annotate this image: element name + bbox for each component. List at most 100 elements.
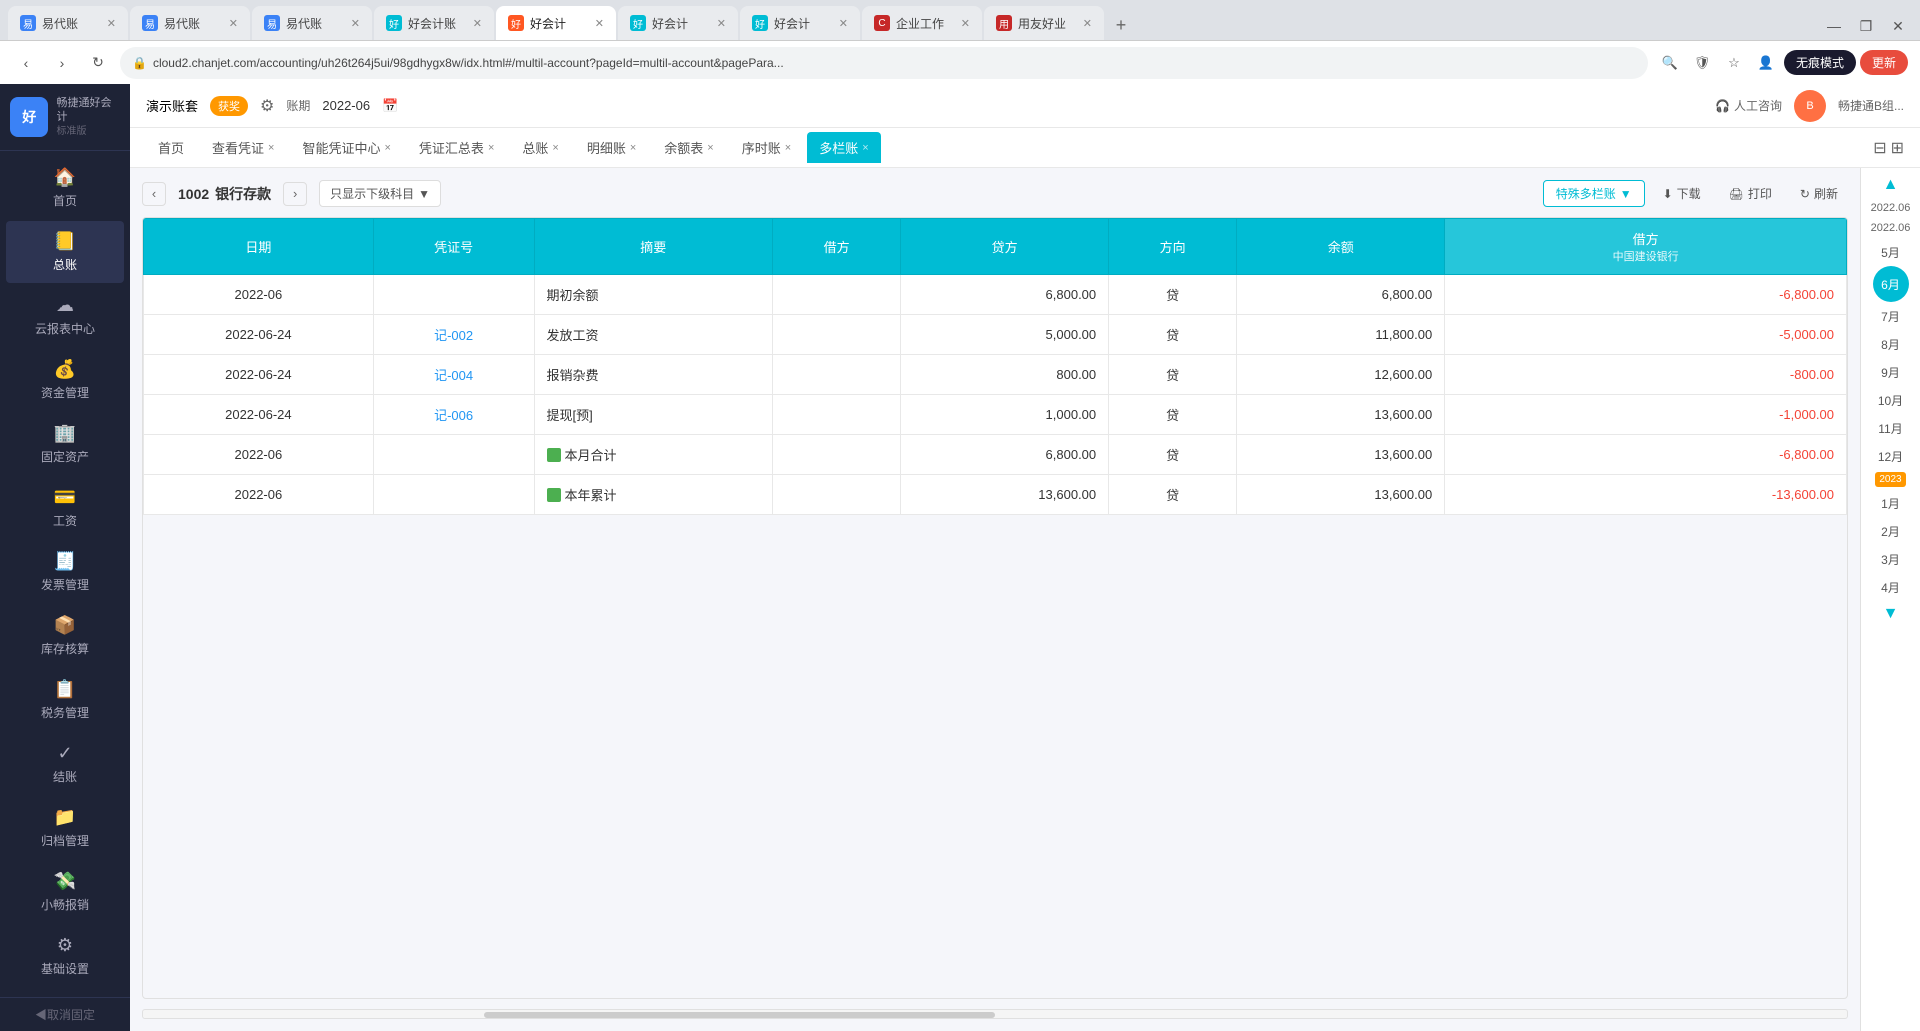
back-button[interactable]: ‹	[12, 49, 40, 77]
no-trace-button[interactable]: 无痕模式	[1784, 50, 1856, 75]
sidebar-item-salary[interactable]: 💳 工资	[6, 477, 124, 539]
sidebar-item-ledger[interactable]: 📒 总账	[6, 221, 124, 283]
tab-sequence-ledger-close[interactable]: ×	[785, 142, 791, 154]
sidebar-item-archive[interactable]: 📁 归档管理	[6, 797, 124, 859]
browser-tab-6[interactable]: 好 好会计 ✕	[618, 6, 738, 40]
sidebar-item-fixed-assets[interactable]: 🏢 固定资产	[6, 413, 124, 475]
month-october[interactable]: 10月	[1869, 386, 1913, 414]
consult-button[interactable]: 🎧 人工咨询	[1715, 97, 1782, 114]
tab-general-ledger-close[interactable]: ×	[552, 142, 558, 154]
tab-close-8[interactable]: ✕	[961, 17, 970, 30]
special-multi-ledger-button[interactable]: 特殊多栏账 ▼	[1543, 180, 1645, 207]
tab-close-5[interactable]: ✕	[595, 17, 604, 30]
calendar-icon[interactable]: 📅	[382, 98, 398, 114]
browser-tab-9[interactable]: 用 用友好业 ✕	[984, 6, 1104, 40]
browser-tab-7[interactable]: 好 好会计 ✕	[740, 6, 860, 40]
tab-close-1[interactable]: ✕	[107, 17, 116, 30]
month-jan-2023[interactable]: 1月	[1869, 489, 1913, 517]
search-icon[interactable]: 🔍	[1656, 49, 1684, 77]
tab-restore-button[interactable]: ❐	[1852, 12, 1880, 40]
scroll-up-button[interactable]: ▲	[1879, 172, 1903, 198]
tab-view-voucher[interactable]: 查看凭证 ×	[200, 132, 286, 163]
forward-button[interactable]: ›	[48, 49, 76, 77]
browser-tab-8[interactable]: C 企业工作 ✕	[862, 6, 982, 40]
expand-icon[interactable]: ⊞	[1891, 138, 1904, 158]
sidebar-item-expense[interactable]: 💸 小畅报销	[6, 861, 124, 923]
sidebar-item-settings[interactable]: ⚙ 基础设置	[6, 925, 124, 987]
tab-close-button[interactable]: ✕	[1884, 12, 1912, 40]
filter-button[interactable]: 只显示下级科目 ▼	[319, 180, 441, 207]
month-apr-2023[interactable]: 4月	[1869, 573, 1913, 601]
tab-multi-ledger-close[interactable]: ×	[862, 142, 868, 154]
tab-balance-table-close[interactable]: ×	[707, 142, 713, 154]
sidebar-item-fund[interactable]: 💰 资金管理	[6, 349, 124, 411]
sidebar-item-home[interactable]: 🏠 首页	[6, 157, 124, 219]
tab-smart-voucher-close[interactable]: ×	[384, 142, 390, 154]
cell-voucher[interactable]: 记-004	[373, 355, 534, 395]
month-december[interactable]: 12月	[1869, 442, 1913, 470]
scroll-down-button[interactable]: ▼	[1879, 601, 1903, 627]
voucher-link[interactable]: 记-006	[434, 408, 473, 423]
tab-view-voucher-close[interactable]: ×	[268, 142, 274, 154]
refresh-button[interactable]: ↻	[84, 49, 112, 77]
month-june[interactable]: 6月	[1873, 266, 1909, 302]
tab-close-9[interactable]: ✕	[1083, 17, 1092, 30]
month-september[interactable]: 9月	[1869, 358, 1913, 386]
sidebar-pin-button[interactable]: ◀取消固定	[0, 997, 130, 1031]
month-august[interactable]: 8月	[1869, 330, 1913, 358]
refresh-button-ledger[interactable]: ↻ 刷新	[1790, 181, 1848, 206]
sidebar-item-close[interactable]: ✓ 结账	[6, 733, 124, 795]
print-button[interactable]: 🖨 打印	[1719, 181, 1782, 206]
sidebar-item-inventory[interactable]: 📦 库存核算	[6, 605, 124, 667]
tab-voucher-summary-close[interactable]: ×	[488, 142, 494, 154]
account-badge[interactable]: 获奖	[210, 96, 248, 116]
shield-icon[interactable]: 🛡	[1688, 49, 1716, 77]
month-may[interactable]: 5月	[1869, 238, 1913, 266]
voucher-link[interactable]: 记-004	[434, 368, 473, 383]
ledger-table-wrapper[interactable]: 日期 凭证号 摘要 借方 贷方 方向 余额 借方 中国建设银行	[142, 217, 1848, 999]
tab-minimize-button[interactable]: —	[1820, 12, 1848, 40]
account-prev-button[interactable]: ‹	[142, 182, 166, 206]
download-button[interactable]: ⬇ 下载	[1653, 181, 1711, 206]
horizontal-scrollbar[interactable]	[142, 1009, 1848, 1019]
sidebar-item-tax[interactable]: 📋 税务管理	[6, 669, 124, 731]
month-july[interactable]: 7月	[1869, 302, 1913, 330]
sidebar-item-cloud-report[interactable]: ☁ 云报表中心	[6, 285, 124, 347]
tab-multi-ledger[interactable]: 多栏账 ×	[807, 132, 880, 163]
month-mar-2023[interactable]: 3月	[1869, 545, 1913, 573]
browser-tab-2[interactable]: 易 易代账 ✕	[130, 6, 250, 40]
cell-voucher[interactable]: 记-006	[373, 395, 534, 435]
tab-home[interactable]: 首页	[146, 132, 196, 163]
tab-close-4[interactable]: ✕	[473, 17, 482, 30]
tab-smart-voucher[interactable]: 智能凭证中心 ×	[290, 132, 402, 163]
browser-tab-4[interactable]: 好 好会计账 ✕	[374, 6, 494, 40]
user-avatar[interactable]: B	[1794, 90, 1826, 122]
tab-sequence-ledger[interactable]: 序时账 ×	[730, 132, 803, 163]
url-bar[interactable]: 🔒 cloud2.chanjet.com/accounting/uh26t264…	[120, 47, 1648, 79]
sidebar-item-guide[interactable]: 🚀 新手引导	[6, 989, 124, 997]
tab-general-ledger[interactable]: 总账 ×	[510, 132, 570, 163]
tab-voucher-summary[interactable]: 凭证汇总表 ×	[407, 132, 506, 163]
new-tab-button[interactable]: +	[1106, 10, 1136, 40]
star-icon[interactable]: ☆	[1720, 49, 1748, 77]
tab-detail-ledger[interactable]: 明细账 ×	[575, 132, 648, 163]
settings-icon[interactable]: ⚙	[260, 96, 274, 116]
month-november[interactable]: 11月	[1869, 414, 1913, 442]
month-feb-2023[interactable]: 2月	[1869, 517, 1913, 545]
browser-tab-3[interactable]: 易 易代账 ✕	[252, 6, 372, 40]
sidebar-item-invoice[interactable]: 🧾 发票管理	[6, 541, 124, 603]
tab-close-7[interactable]: ✕	[839, 17, 848, 30]
account-next-button[interactable]: ›	[283, 182, 307, 206]
tab-close-2[interactable]: ✕	[229, 17, 238, 30]
tab-close-3[interactable]: ✕	[351, 17, 360, 30]
browser-tab-5[interactable]: 好 好会计 ✕	[496, 6, 616, 40]
collapse-icon[interactable]: ⊟	[1873, 138, 1886, 158]
tab-detail-ledger-close[interactable]: ×	[630, 142, 636, 154]
tab-balance-table[interactable]: 余额表 ×	[652, 132, 725, 163]
voucher-link[interactable]: 记-002	[434, 328, 473, 343]
update-button[interactable]: 更新	[1860, 50, 1908, 75]
profile-icon[interactable]: 👤	[1752, 49, 1780, 77]
cell-voucher[interactable]: 记-002	[373, 315, 534, 355]
tab-close-6[interactable]: ✕	[717, 17, 726, 30]
browser-tab-1[interactable]: 易 易代账 ✕	[8, 6, 128, 40]
